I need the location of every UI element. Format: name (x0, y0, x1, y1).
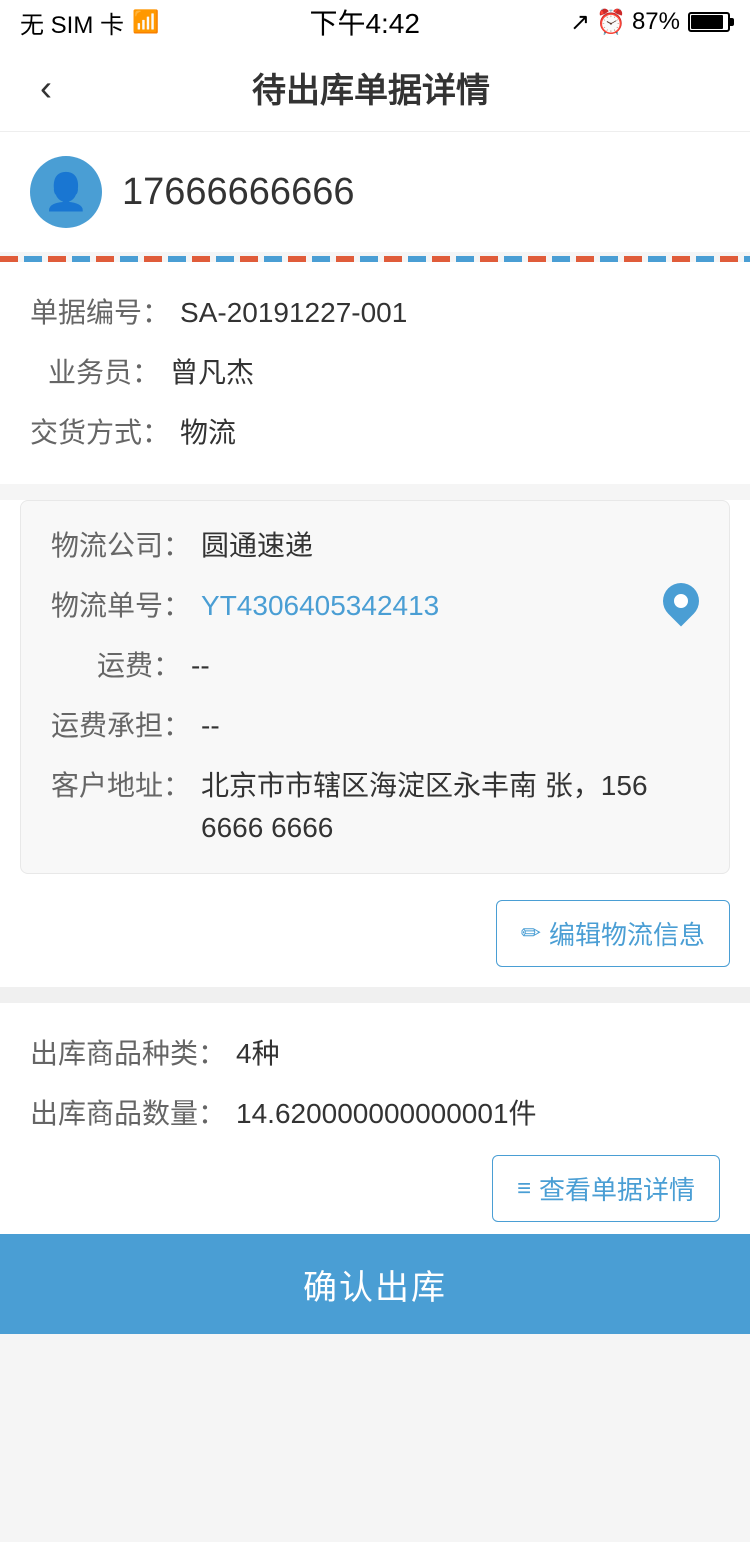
logistics-company-value: 圆通速递 (201, 525, 699, 567)
freight-value: -- (191, 645, 699, 687)
back-button[interactable]: ‹ (30, 57, 62, 119)
product-quantity-value: 14.62000000000000​1件 (236, 1093, 720, 1135)
product-types-label: 出库商品种类： (30, 1033, 236, 1075)
logistics-card: 物流公司： 圆通速递 物流单号： YT43064053424​13 运费： --… (20, 500, 730, 874)
tracking-row: 物流单号： YT43064053424​13 (51, 585, 699, 627)
freight-bearer-value: -- (201, 705, 699, 747)
avatar-icon: 👤 (44, 171, 89, 213)
order-number-row: 单据编号： SA-20191227-001 (30, 292, 720, 334)
bottom-bar: 确认出库 (0, 1234, 750, 1334)
address-row: 客户地址： 北京市市辖区海淀区永丰南 张，156 6666 6666 (51, 765, 699, 849)
delivery-method-label: 交货方式： (30, 412, 180, 454)
status-left: 无 SIM 卡 📶 (20, 5, 159, 40)
carrier-label: 无 SIM 卡 (20, 5, 124, 40)
product-quantity-label: 出库商品数量： (30, 1093, 236, 1135)
logistics-company-label: 物流公司： (51, 525, 201, 567)
page-title: 待出库单据详情 (72, 63, 670, 112)
address-value: 北京市市辖区海淀区永丰南 张，156 6666 6666 (201, 765, 699, 849)
product-quantity-row: 出库商品数量： 14.62000000000000​1件 (30, 1093, 720, 1135)
address-label: 客户地址： (51, 765, 201, 807)
user-header: 👤 17666666666 (0, 132, 750, 252)
section-divider-1 (0, 987, 750, 1003)
freight-bearer-label: 运费承担： (51, 705, 201, 747)
order-info-section: 单据编号： SA-20191227-001 业务员： 曾凡杰 交货方式： 物流 (0, 262, 750, 484)
user-phone: 17666666666 (122, 171, 354, 214)
sales-person-label: 业务员： (30, 352, 170, 394)
product-types-row: 出库商品种类： 4种 (30, 1033, 720, 1075)
view-detail-label: 查看单据详情 (539, 1170, 695, 1207)
status-bar: 无 SIM 卡 📶 下午4:42 ↗ ⏰ 87% (0, 0, 750, 44)
edit-button-row: ✏ 编辑物流信息 (20, 890, 730, 987)
edit-icon: ✏ (521, 919, 541, 948)
avatar: 👤 (30, 156, 102, 228)
list-icon: ≡ (517, 1175, 531, 1203)
nav-bar: ‹ 待出库单据详情 (0, 44, 750, 132)
sales-person-row: 业务员： 曾凡杰 (30, 352, 720, 394)
wifi-icon: 📶 (132, 9, 159, 35)
status-time: 下午4:42 (309, 2, 420, 42)
order-number-value: SA-20191227-001 (180, 292, 720, 334)
product-types-value: 4种 (236, 1033, 720, 1075)
tracking-label: 物流单号： (51, 585, 201, 627)
sales-person-value: 曾凡杰 (170, 352, 720, 394)
delivery-method-value: 物流 (180, 412, 720, 454)
product-section: 出库商品种类： 4种 出库商品数量： 14.62000000000000​1件 (0, 1003, 750, 1155)
logistics-company-row: 物流公司： 圆通速递 (51, 525, 699, 567)
delivery-method-row: 交货方式： 物流 (30, 412, 720, 454)
tracking-location-icon[interactable] (656, 576, 707, 627)
freight-bearer-row: 运费承担： -- (51, 705, 699, 747)
view-detail-row: ≡ 查看单据详情 (0, 1155, 750, 1242)
alarm-icon: ⏰ (596, 8, 626, 37)
tracking-value: YT43064053424​13 (201, 585, 651, 627)
freight-label: 运费： (51, 645, 191, 687)
confirm-button[interactable]: 确认出库 (303, 1260, 447, 1309)
battery-icon (688, 12, 730, 32)
order-number-label: 单据编号： (30, 292, 180, 334)
battery-label: 87% (632, 8, 680, 36)
status-right: ↗ ⏰ 87% (570, 8, 730, 37)
edit-logistics-button[interactable]: ✏ 编辑物流信息 (496, 900, 730, 967)
view-detail-button[interactable]: ≡ 查看单据详情 (492, 1155, 720, 1222)
location-status-icon: ↗ (570, 8, 590, 37)
edit-button-label: 编辑物流信息 (549, 915, 705, 952)
freight-row: 运费： -- (51, 645, 699, 687)
